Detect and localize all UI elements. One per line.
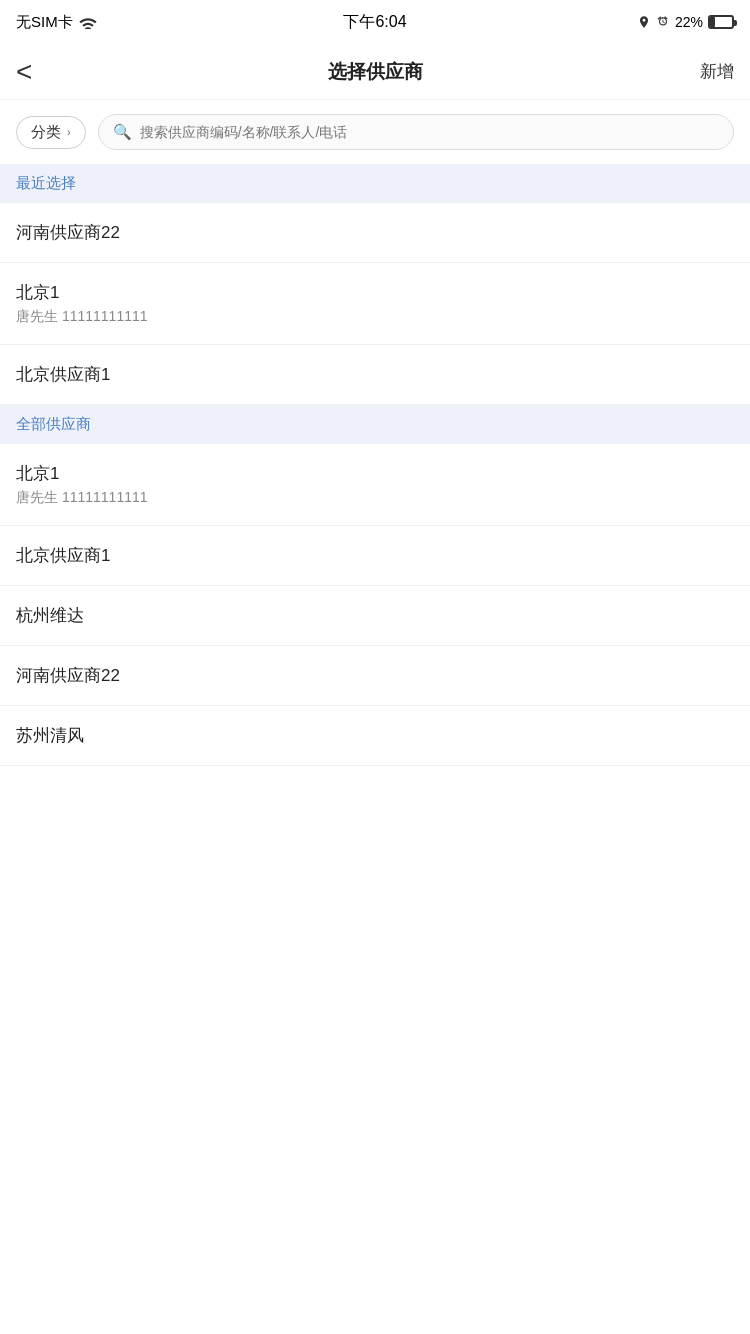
all-section-header: 全部供应商 xyxy=(0,405,750,444)
search-icon: 🔍 xyxy=(113,123,132,141)
chevron-right-icon: › xyxy=(67,126,71,138)
item-name: 北京供应商1 xyxy=(16,363,734,386)
battery-icon xyxy=(708,15,734,29)
list-item[interactable]: 北京供应商1 xyxy=(0,345,750,405)
list-item[interactable]: 苏州清风 xyxy=(0,706,750,766)
list-item[interactable]: 北京1 唐先生 11111111111 xyxy=(0,444,750,526)
item-sub: 唐先生 11111111111 xyxy=(16,489,734,507)
wifi-icon xyxy=(79,15,97,29)
item-name: 河南供应商22 xyxy=(16,221,734,244)
item-name: 河南供应商22 xyxy=(16,664,734,687)
location-icon xyxy=(637,15,651,29)
back-button[interactable]: < xyxy=(16,56,60,88)
item-name: 北京1 xyxy=(16,462,734,485)
battery-text: 22% xyxy=(675,14,703,30)
status-left: 无SIM卡 xyxy=(16,13,97,32)
category-button[interactable]: 分类 › xyxy=(16,116,86,149)
list-item[interactable]: 北京1 唐先生 11111111111 xyxy=(0,263,750,345)
status-right: 22% xyxy=(637,14,734,30)
list-item[interactable]: 河南供应商22 xyxy=(0,646,750,706)
search-box[interactable]: 🔍 xyxy=(98,114,734,150)
recent-list: 河南供应商22 北京1 唐先生 11111111111 北京供应商1 xyxy=(0,203,750,405)
list-item[interactable]: 杭州维达 xyxy=(0,586,750,646)
alarm-icon xyxy=(656,15,670,29)
recent-section-header: 最近选择 xyxy=(0,164,750,203)
page-title: 选择供应商 xyxy=(328,59,423,85)
list-item[interactable]: 河南供应商22 xyxy=(0,203,750,263)
item-name: 苏州清风 xyxy=(16,724,734,747)
status-bar: 无SIM卡 下午6:04 22% xyxy=(0,0,750,44)
item-sub: 唐先生 11111111111 xyxy=(16,308,734,326)
search-input[interactable] xyxy=(140,124,719,140)
item-name: 北京1 xyxy=(16,281,734,304)
list-item[interactable]: 北京供应商1 xyxy=(0,526,750,586)
nav-bar: < 选择供应商 新增 xyxy=(0,44,750,100)
carrier-text: 无SIM卡 xyxy=(16,13,73,32)
filter-row: 分类 › 🔍 xyxy=(0,100,750,164)
item-name: 北京供应商1 xyxy=(16,544,734,567)
item-name: 杭州维达 xyxy=(16,604,734,627)
status-time: 下午6:04 xyxy=(343,12,406,33)
add-button[interactable]: 新增 xyxy=(690,60,734,83)
all-list: 北京1 唐先生 11111111111 北京供应商1 杭州维达河南供应商22 苏州清风 xyxy=(0,444,750,766)
category-label: 分类 xyxy=(31,123,61,142)
